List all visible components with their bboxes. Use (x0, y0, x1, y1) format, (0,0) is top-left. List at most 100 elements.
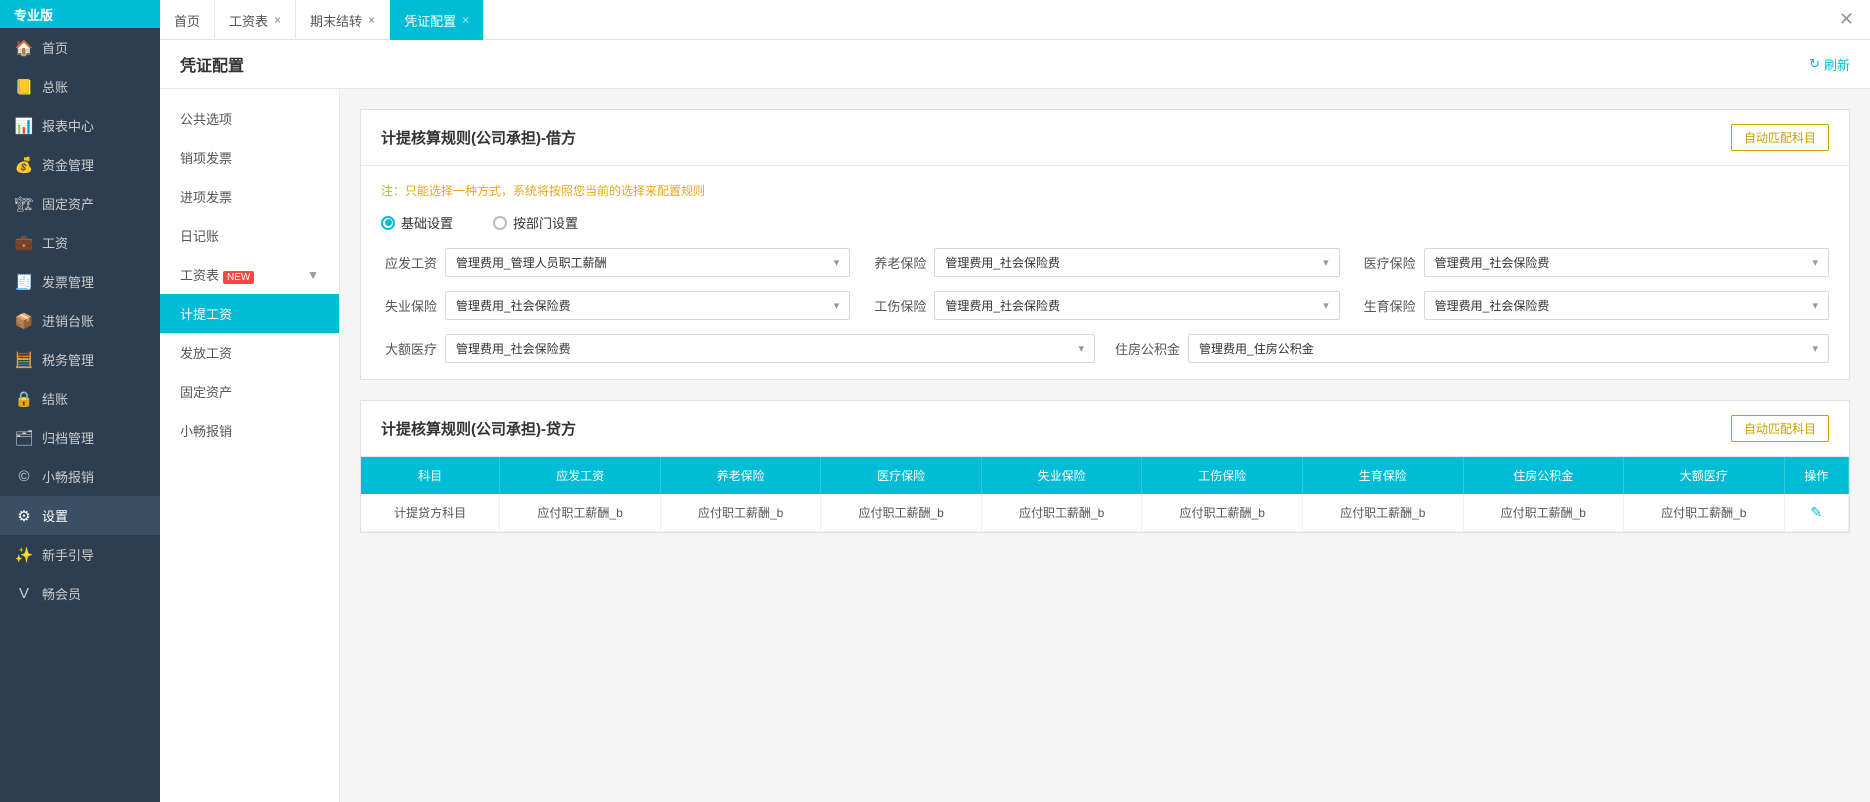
sidebar-label-member: 畅会员 (42, 584, 81, 603)
field-select-0-2[interactable]: 管理费用_社会保险费 ▾ (1424, 248, 1829, 277)
tab-close-voucher-tab[interactable]: × (462, 13, 469, 27)
tab-voucher-tab[interactable]: 凭证配置 × (390, 0, 484, 40)
left-nav-label-journal: 日记账 (180, 226, 219, 245)
tab-close-salary-tab[interactable]: × (274, 13, 281, 27)
credit-table-head: 科目应发工资养老保险医疗保险失业保险工伤保险生育保险住房公积金大额医疗操作 (361, 457, 1849, 494)
debit-auto-match-button[interactable]: 自动匹配科目 (1731, 124, 1829, 151)
sidebar-icon-inventory: 📦 (14, 312, 34, 330)
sidebar-item-funds[interactable]: 💰 资金管理 (0, 145, 160, 184)
credit-cell-0-0: 计提贷方科目 (361, 494, 500, 532)
sidebar-item-xiaochang[interactable]: © 小畅报销 (0, 457, 160, 496)
credit-cell-0-5: 应付职工薪酬_b (1142, 494, 1303, 532)
sidebar-icon-reports: 📊 (14, 117, 34, 135)
tab-label-period-tab: 期末结转 (310, 11, 362, 30)
select-arrow-0-1: ▾ (1323, 256, 1329, 269)
field-select-2-1[interactable]: 管理费用_住房公积金 ▾ (1188, 334, 1829, 363)
select-arrow-2-1: ▾ (1812, 342, 1818, 355)
right-panel: 计提核算规则(公司承担)-借方 自动匹配科目 注：只能选择一种方式，系统将按照您… (340, 89, 1870, 802)
debit-form-row-0: 应发工资 管理费用_管理人员职工薪酬 ▾ 养老保险 管理费用_社会保险费 ▾ 医… (381, 248, 1829, 277)
left-nav-public[interactable]: 公共选项 (160, 99, 339, 138)
left-nav-label-salary-table: 工资表NEW (180, 265, 254, 284)
field-label-2-1: 住房公积金 (1115, 339, 1180, 358)
tab-salary-tab[interactable]: 工资表 × (215, 0, 296, 40)
tab-label-voucher-tab: 凭证配置 (404, 11, 456, 30)
left-nav-label-calc-salary: 计提工资 (180, 304, 232, 323)
field-select-1-0[interactable]: 管理费用_社会保险费 ▾ (445, 291, 850, 320)
edit-icon-0[interactable]: ✎ (1810, 504, 1822, 520)
radio-dept[interactable]: 按部门设置 (493, 213, 578, 232)
debit-field-0-0: 应发工资 管理费用_管理人员职工薪酬 ▾ (381, 248, 850, 277)
tab-period-tab[interactable]: 期末结转 × (296, 0, 390, 40)
left-nav-debit-invoice[interactable]: 进项发票 (160, 177, 339, 216)
debit-notice: 注：只能选择一种方式，系统将按照您当前的选择来配置规则 (381, 182, 1829, 199)
sidebar-item-close[interactable]: 🔒 结账 (0, 379, 160, 418)
field-label-0-1: 养老保险 (870, 253, 926, 272)
tab-bar: 首页工资表 × 期末结转 × 凭证配置 × ✕ (160, 0, 1870, 40)
sidebar-label-inventory: 进销台账 (42, 311, 94, 330)
sidebar: 专业版 🏠 首页 📒 总账 📊 报表中心 💰 资金管理 🏗 固定资产 💼 工资 … (0, 0, 160, 802)
select-arrow-2-0: ▾ (1078, 342, 1084, 355)
sidebar-icon-assets: 🏗 (14, 195, 34, 213)
sidebar-label-funds: 资金管理 (42, 155, 94, 174)
sidebar-item-invoice[interactable]: 🧾 发票管理 (0, 262, 160, 301)
sidebar-item-reports[interactable]: 📊 报表中心 (0, 106, 160, 145)
credit-col-0: 科目 (361, 457, 500, 494)
sidebar-label-close: 结账 (42, 389, 68, 408)
field-select-1-1[interactable]: 管理费用_社会保险费 ▾ (934, 291, 1339, 320)
sidebar-icon-guide: ✨ (14, 546, 34, 564)
debit-field-1-0: 失业保险 管理费用_社会保险费 ▾ (381, 291, 850, 320)
field-label-1-1: 工伤保险 (870, 296, 926, 315)
credit-action-0[interactable]: ✎ (1784, 494, 1848, 532)
left-nav-salary-table[interactable]: 工资表NEW▼ (160, 255, 339, 294)
credit-col-9: 操作 (1784, 457, 1848, 494)
sidebar-item-assets[interactable]: 🏗 固定资产 (0, 184, 160, 223)
sidebar-item-archive[interactable]: 🗂 归档管理 (0, 418, 160, 457)
field-value-1-1: 管理费用_社会保险费 (945, 297, 1060, 314)
sidebar-icon-archive: 🗂 (14, 429, 34, 447)
sidebar-item-guide[interactable]: ✨ 新手引导 (0, 535, 160, 574)
sidebar-item-member[interactable]: V 畅会员 (0, 574, 160, 613)
left-nav-xiaochang-expense[interactable]: 小畅报销 (160, 411, 339, 450)
sidebar-label-archive: 归档管理 (42, 428, 94, 447)
sidebar-item-inventory[interactable]: 📦 进销台账 (0, 301, 160, 340)
sidebar-icon-invoice: 🧾 (14, 273, 34, 291)
sidebar-label-salary: 工资 (42, 233, 68, 252)
debit-field-2-1: 住房公积金 管理费用_住房公积金 ▾ (1115, 334, 1829, 363)
tab-home-tab[interactable]: 首页 (160, 0, 215, 40)
sidebar-item-ledger[interactable]: 📒 总账 (0, 67, 160, 106)
new-badge-salary-table: NEW (223, 271, 254, 284)
field-select-1-2[interactable]: 管理费用_社会保险费 ▾ (1424, 291, 1829, 320)
content-area: 公共选项销项发票进项发票日记账工资表NEW▼ 计提工资发放工资固定资产小畅报销 计… (160, 89, 1870, 802)
left-nav-calc-salary[interactable]: 计提工资 (160, 294, 339, 333)
debit-form-row-1: 失业保险 管理费用_社会保险费 ▾ 工伤保险 管理费用_社会保险费 ▾ 生育保险… (381, 291, 1829, 320)
sidebar-item-home[interactable]: 🏠 首页 (0, 28, 160, 67)
radio-basic[interactable]: 基础设置 (381, 213, 453, 232)
main-area: 首页工资表 × 期末结转 × 凭证配置 × ✕ 凭证配置 ↻ 刷新 公共选项销项发票进项发… (160, 0, 1870, 802)
tab-close-period-tab[interactable]: × (368, 13, 375, 27)
tab-label-salary-tab: 工资表 (229, 11, 268, 30)
credit-col-2: 养老保险 (660, 457, 821, 494)
field-label-1-2: 生育保险 (1360, 296, 1416, 315)
left-nav-journal[interactable]: 日记账 (160, 216, 339, 255)
field-select-0-0[interactable]: 管理费用_管理人员职工薪酬 ▾ (445, 248, 850, 277)
window-close-button[interactable]: ✕ (1823, 9, 1870, 30)
sidebar-item-salary[interactable]: 💼 工资 (0, 223, 160, 262)
refresh-button[interactable]: ↻ 刷新 (1809, 55, 1850, 74)
select-arrow-1-0: ▾ (834, 299, 840, 312)
field-select-2-0[interactable]: 管理费用_社会保险费 ▾ (445, 334, 1095, 363)
sidebar-item-tax[interactable]: 🧮 税务管理 (0, 340, 160, 379)
field-select-0-1[interactable]: 管理费用_社会保险费 ▾ (934, 248, 1339, 277)
credit-cell-0-7: 应付职工薪酬_b (1463, 494, 1624, 532)
sidebar-item-settings[interactable]: ⚙ 设置 (0, 496, 160, 535)
credit-auto-match-button[interactable]: 自动匹配科目 (1731, 415, 1829, 442)
left-nav-pay-salary[interactable]: 发放工资 (160, 333, 339, 372)
credit-cell-0-6: 应付职工薪酬_b (1302, 494, 1463, 532)
left-nav-credit-invoice[interactable]: 销项发票 (160, 138, 339, 177)
debit-field-0-2: 医疗保险 管理费用_社会保险费 ▾ (1360, 248, 1829, 277)
left-nav-fixed-assets[interactable]: 固定资产 (160, 372, 339, 411)
radio-dept-label: 按部门设置 (513, 213, 578, 232)
credit-cell-0-4: 应付职工薪酬_b (981, 494, 1142, 532)
left-nav-label-xiaochang-expense: 小畅报销 (180, 421, 232, 440)
field-value-0-0: 管理费用_管理人员职工薪酬 (456, 254, 607, 271)
select-arrow-0-2: ▾ (1812, 256, 1818, 269)
